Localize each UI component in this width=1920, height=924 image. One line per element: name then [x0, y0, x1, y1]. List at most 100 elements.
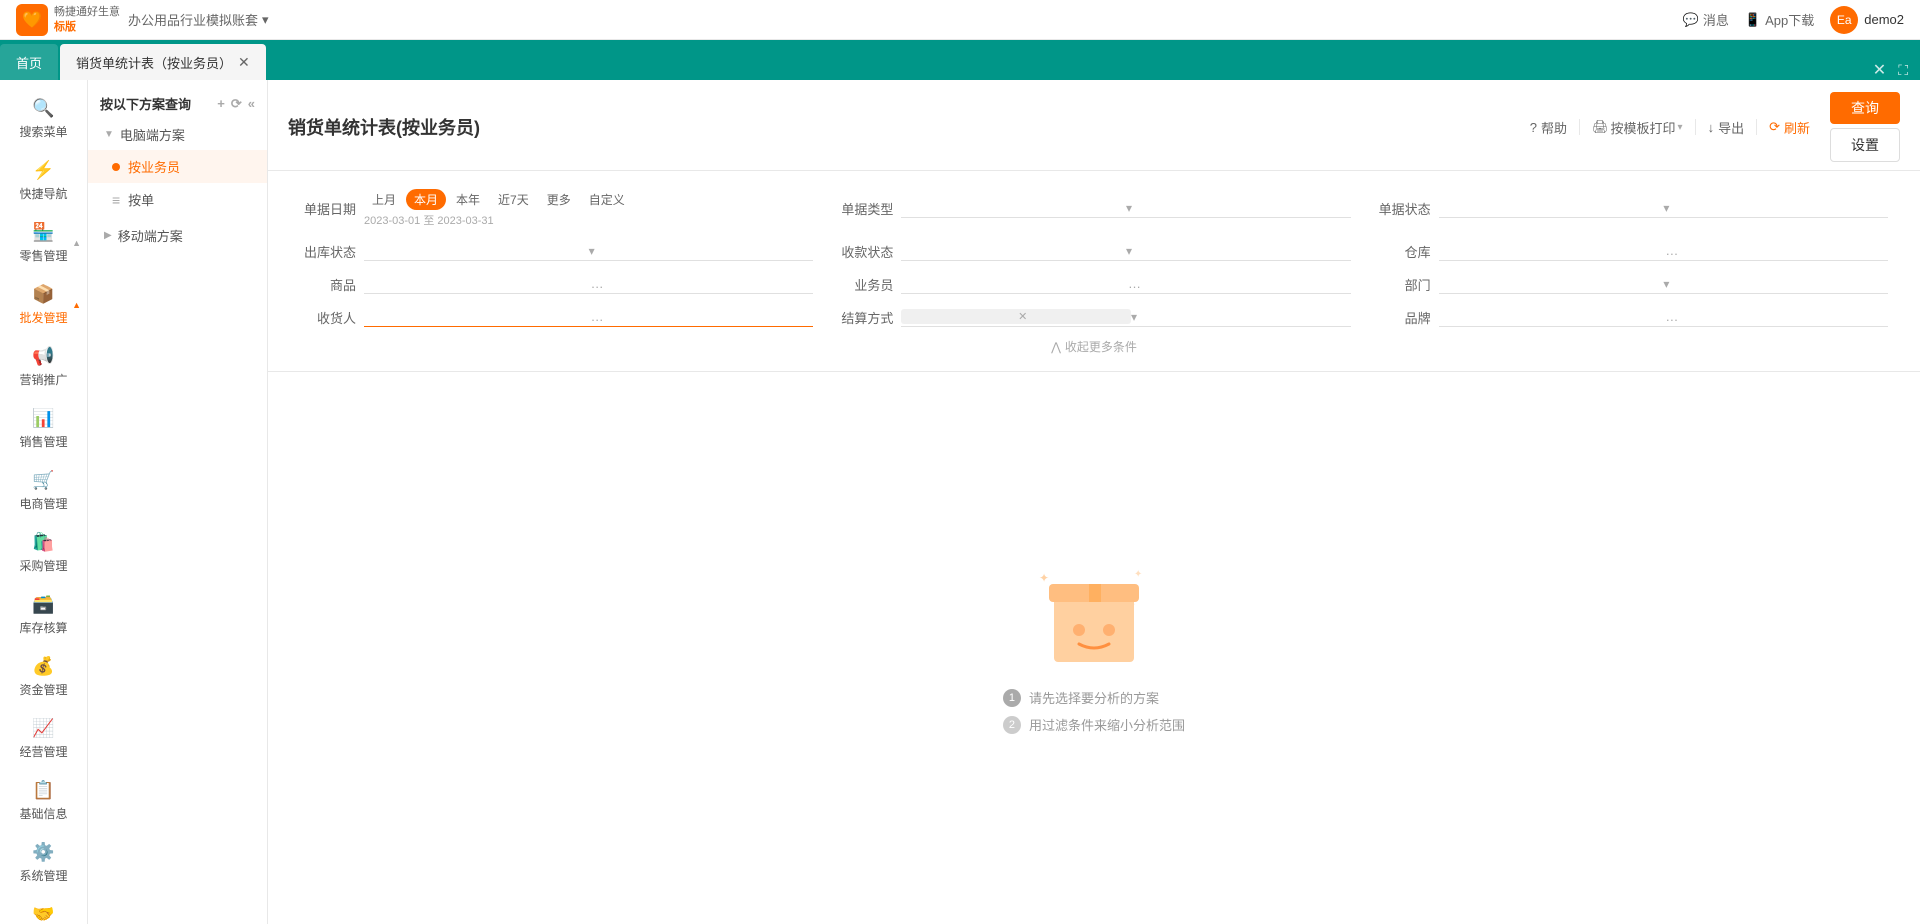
warehouse-input[interactable]: …: [1439, 241, 1888, 261]
date-btn-custom[interactable]: 自定义: [581, 189, 633, 210]
logo-icon: 🧡: [16, 4, 48, 36]
close-window-icon[interactable]: ✕: [1873, 60, 1886, 80]
export-button[interactable]: ↓ 导出: [1708, 118, 1745, 137]
salesperson-input[interactable]: …: [901, 274, 1350, 294]
filter-brand: 品牌 …: [1363, 301, 1900, 334]
out-status-input[interactable]: ▾: [364, 242, 813, 261]
sales-icon: 📊: [32, 408, 54, 429]
filter-dept: 部门 ▾: [1363, 268, 1900, 301]
brand-dots-icon[interactable]: …: [1665, 309, 1888, 324]
sidebar-item-retail[interactable]: 🏪 零售管理 ▲: [0, 212, 87, 274]
sidebar-item-enterprise[interactable]: 🤝 企业协同: [0, 894, 87, 924]
brand-input[interactable]: …: [1439, 307, 1888, 327]
app-download-button[interactable]: 📱 App下载: [1745, 10, 1814, 29]
sidebar-item-ecom[interactable]: 🛒 电商管理: [0, 460, 87, 522]
salesperson-dots-icon[interactable]: …: [1128, 276, 1351, 291]
maximize-icon[interactable]: ⛶: [1898, 62, 1908, 79]
filter-date: 单据日期 上月 本月 本年 近7天 更多 自定义 2023-03-01 至 20…: [288, 183, 825, 235]
ecom-icon: 🛒: [32, 470, 54, 491]
consignee-input[interactable]: …: [364, 307, 813, 327]
ops-icon: 📈: [32, 718, 54, 739]
sidebar-item-purchase[interactable]: 🛍️ 采购管理: [0, 522, 87, 584]
print-dropdown-icon: ▾: [1678, 122, 1683, 133]
wholesale-arrow-icon: ▲: [72, 300, 81, 310]
settlement-tag: ✕: [901, 309, 1131, 324]
tab-home[interactable]: 首页: [0, 44, 58, 80]
sidebar: 🔍 搜索菜单 ⚡ 快捷导航 🏪 零售管理 ▲ 📦 批发管理 ▲ 📢 营销推广 📊…: [0, 80, 88, 924]
print-button[interactable]: 🖨 按模板打印 ▾: [1592, 118, 1683, 137]
tab-report[interactable]: 销货单统计表（按业务员） ✕: [60, 44, 266, 80]
settlement-tag-close-icon[interactable]: ✕: [1018, 310, 1126, 323]
tab-close-icon[interactable]: ✕: [238, 54, 250, 71]
brand-label: 品牌: [1375, 308, 1431, 327]
sidebar-item-sales[interactable]: 📊 销售管理: [0, 398, 87, 460]
payment-status-input[interactable]: ▾: [901, 242, 1350, 261]
collapse-sidebar-icon[interactable]: «: [248, 96, 255, 112]
filter-doc-type: 单据类型 ▾: [825, 183, 1362, 235]
refresh-button[interactable]: ⟳ 刷新: [1769, 118, 1810, 137]
sidebar-item-finance[interactable]: 💰 资金管理: [0, 646, 87, 708]
query-button[interactable]: 查询: [1830, 92, 1900, 124]
print-icon: 🖨: [1592, 119, 1609, 135]
filter-salesperson: 业务员 …: [825, 268, 1362, 301]
svg-text:✦: ✦: [1129, 600, 1136, 609]
date-btn-thismonth[interactable]: 本月: [406, 189, 446, 210]
tab-bar-right: ✕ ⛶: [1861, 60, 1920, 80]
user-area[interactable]: Ea demo2: [1830, 6, 1904, 34]
dept-input[interactable]: ▾: [1439, 275, 1888, 294]
filter-settlement: 结算方式 ✕ ▾: [825, 301, 1362, 334]
warehouse-dots-icon[interactable]: …: [1665, 243, 1888, 258]
sidebar-item-quick[interactable]: ⚡ 快捷导航: [0, 150, 87, 212]
goods-input[interactable]: …: [364, 274, 813, 294]
empty-box-svg: ✦ ✦ ✦: [1034, 562, 1154, 672]
add-scheme-icon[interactable]: +: [217, 96, 225, 112]
settings-button[interactable]: 设置: [1830, 128, 1900, 162]
settlement-arrow-icon: ▾: [1131, 310, 1351, 324]
empty-tips: 1 请先选择要分析的方案 2 用过滤条件来缩小分析范围: [1003, 688, 1185, 734]
doc-status-arrow-icon: ▾: [1663, 201, 1888, 215]
help-button[interactable]: ? 帮助: [1530, 118, 1567, 137]
finance-icon: 💰: [32, 656, 54, 677]
sidebar-item-inventory[interactable]: 🗃️ 库存核算: [0, 584, 87, 646]
filter-area: 单据日期 上月 本月 本年 近7天 更多 自定义 2023-03-01 至 20…: [268, 171, 1920, 372]
marketing-icon: 📢: [32, 346, 54, 367]
refresh-scheme-icon[interactable]: ⟳: [231, 96, 242, 112]
sidebar-item-search[interactable]: 🔍 搜索菜单: [0, 88, 87, 150]
search-icon: 🔍: [32, 98, 54, 119]
main-layout: 🔍 搜索菜单 ⚡ 快捷导航 🏪 零售管理 ▲ 📦 批发管理 ▲ 📢 营销推广 📊…: [0, 80, 1920, 924]
date-btn-more[interactable]: 更多: [539, 189, 579, 210]
refresh-icon: ⟳: [1769, 119, 1780, 135]
enterprise-icon: 🤝: [32, 904, 54, 924]
message-button[interactable]: 💬 消息: [1683, 10, 1729, 29]
retail-arrow-icon: ▲: [72, 238, 81, 248]
sub-sidebar-title: 按以下方案查询: [100, 94, 191, 113]
date-btn-lastmonth[interactable]: 上月: [364, 189, 404, 210]
sub-item-by-salesperson[interactable]: 按业务员: [88, 150, 267, 183]
consignee-dots-icon[interactable]: …: [591, 309, 814, 324]
payment-status-label: 收款状态: [837, 242, 893, 261]
doc-type-input[interactable]: ▾: [901, 199, 1350, 218]
sub-group-mobile-title[interactable]: ▶ 移动端方案: [88, 220, 267, 251]
sidebar-item-system[interactable]: ⚙️ 系统管理: [0, 832, 87, 894]
date-btn-thisyear[interactable]: 本年: [448, 189, 488, 210]
tip-num-2: 2: [1003, 716, 1021, 734]
filter-consignee: 收货人 …: [288, 301, 825, 334]
goods-dots-icon[interactable]: …: [591, 276, 814, 291]
divider3: [1756, 119, 1757, 135]
sub-item-by-order[interactable]: ≡ 按单: [88, 183, 267, 216]
sidebar-item-ops[interactable]: 📈 经营管理: [0, 708, 87, 770]
doc-status-input[interactable]: ▾: [1439, 199, 1888, 218]
sidebar-item-basic[interactable]: 📋 基础信息: [0, 770, 87, 832]
date-btn-last7days[interactable]: 近7天: [490, 189, 537, 210]
date-label: 单据日期: [300, 199, 356, 218]
sidebar-item-marketing[interactable]: 📢 营销推广: [0, 336, 87, 398]
sub-group-desktop-title[interactable]: ▼ 电脑端方案: [88, 119, 267, 150]
order-icon: ≡: [112, 192, 120, 208]
content-area: 销货单统计表(按业务员) ? 帮助 🖨 按模板打印 ▾ ↓ 导出: [268, 80, 1920, 924]
empty-illustration: ✦ ✦ ✦: [1034, 562, 1154, 672]
sidebar-item-wholesale[interactable]: 📦 批发管理 ▲: [0, 274, 87, 336]
settlement-input[interactable]: ✕ ▾: [901, 307, 1350, 327]
collapse-button[interactable]: ⋀ 收起更多条件: [288, 334, 1900, 359]
filter-payment-status: 收款状态 ▾: [825, 235, 1362, 268]
doc-status-label: 单据状态: [1375, 199, 1431, 218]
